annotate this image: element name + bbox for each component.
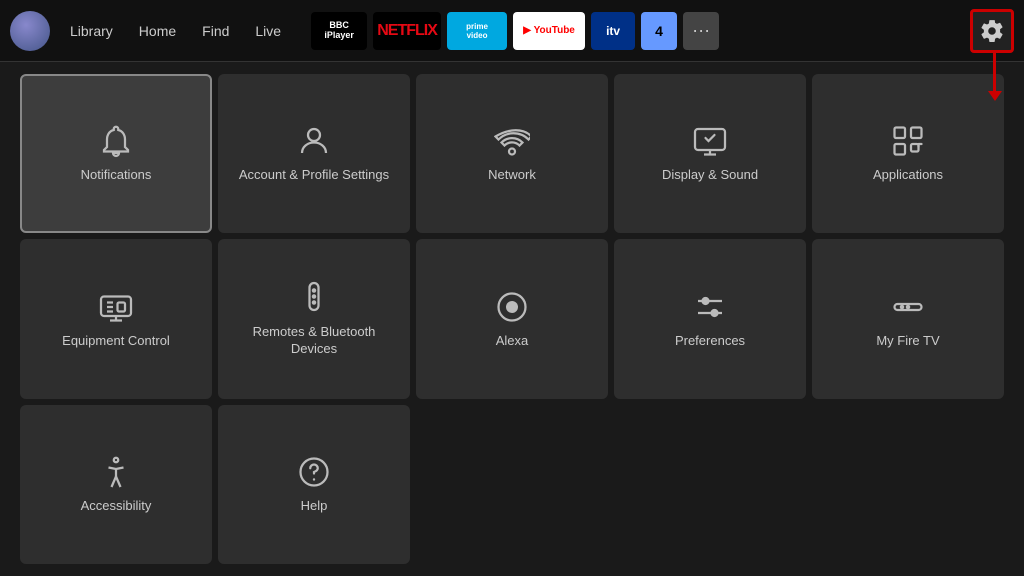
accessibility-label: Accessibility [81, 498, 152, 515]
nav-library[interactable]: Library [60, 17, 123, 45]
account-label: Account & Profile Settings [239, 167, 389, 184]
account-icon [296, 123, 332, 159]
display-sound-label: Display & Sound [662, 167, 758, 184]
display-icon [692, 123, 728, 159]
grid-item-account[interactable]: Account & Profile Settings [218, 74, 410, 233]
grid-item-preferences[interactable]: Preferences [614, 239, 806, 398]
grid-item-display-sound[interactable]: Display & Sound [614, 74, 806, 233]
grid-item-equipment-control[interactable]: Equipment Control [20, 239, 212, 398]
app-youtube[interactable]: ▶ YouTube [513, 12, 585, 50]
nav-home[interactable]: Home [129, 17, 186, 45]
alexa-label: Alexa [496, 333, 529, 350]
app-icons: BBCiPlayer NETFLIX primevideo ▶ YouTube … [311, 12, 962, 50]
grid-item-help[interactable]: Help [218, 405, 410, 564]
remotes-bluetooth-label: Remotes & Bluetooth Devices [228, 324, 400, 358]
help-icon [296, 454, 332, 490]
nav-find[interactable]: Find [192, 17, 239, 45]
settings-grid: Notifications Account & Profile Settings… [0, 62, 1024, 576]
alexa-icon [494, 289, 530, 325]
preferences-label: Preferences [675, 333, 745, 350]
app-netflix[interactable]: NETFLIX [373, 12, 441, 50]
equipment-control-label: Equipment Control [62, 333, 170, 350]
app-itv[interactable]: itv [591, 12, 635, 50]
accessibility-icon [98, 454, 134, 490]
grid-item-notifications[interactable]: Notifications [20, 74, 212, 233]
app-prime-video[interactable]: primevideo [447, 12, 507, 50]
grid-item-accessibility[interactable]: Accessibility [20, 405, 212, 564]
avatar[interactable] [10, 11, 50, 51]
bell-icon [98, 123, 134, 159]
settings-button[interactable] [970, 9, 1014, 53]
firetv-icon [890, 289, 926, 325]
applications-label: Applications [873, 167, 943, 184]
sliders-icon [692, 289, 728, 325]
gear-icon [979, 18, 1005, 44]
app-bbc-iplayer[interactable]: BBCiPlayer [311, 12, 367, 50]
help-label: Help [301, 498, 328, 515]
grid-item-alexa[interactable]: Alexa [416, 239, 608, 398]
grid-item-network[interactable]: Network [416, 74, 608, 233]
notifications-label: Notifications [81, 167, 152, 184]
grid-item-applications[interactable]: Applications [812, 74, 1004, 233]
grid-item-my-fire-tv[interactable]: My Fire TV [812, 239, 1004, 398]
wifi-icon [494, 123, 530, 159]
nav-live[interactable]: Live [245, 17, 291, 45]
nav-links: Library Home Find Live [60, 17, 291, 45]
arrow-indicator [993, 53, 996, 93]
header: Library Home Find Live BBCiPlayer NETFLI… [0, 0, 1024, 62]
apps-icon [890, 123, 926, 159]
network-label: Network [488, 167, 536, 184]
tv-icon [98, 289, 134, 325]
app-more[interactable]: ··· [683, 12, 719, 50]
remote-icon [296, 280, 332, 316]
grid-item-remotes-bluetooth[interactable]: Remotes & Bluetooth Devices [218, 239, 410, 398]
app-channel4[interactable]: 4 [641, 12, 677, 50]
my-fire-tv-label: My Fire TV [876, 333, 939, 350]
